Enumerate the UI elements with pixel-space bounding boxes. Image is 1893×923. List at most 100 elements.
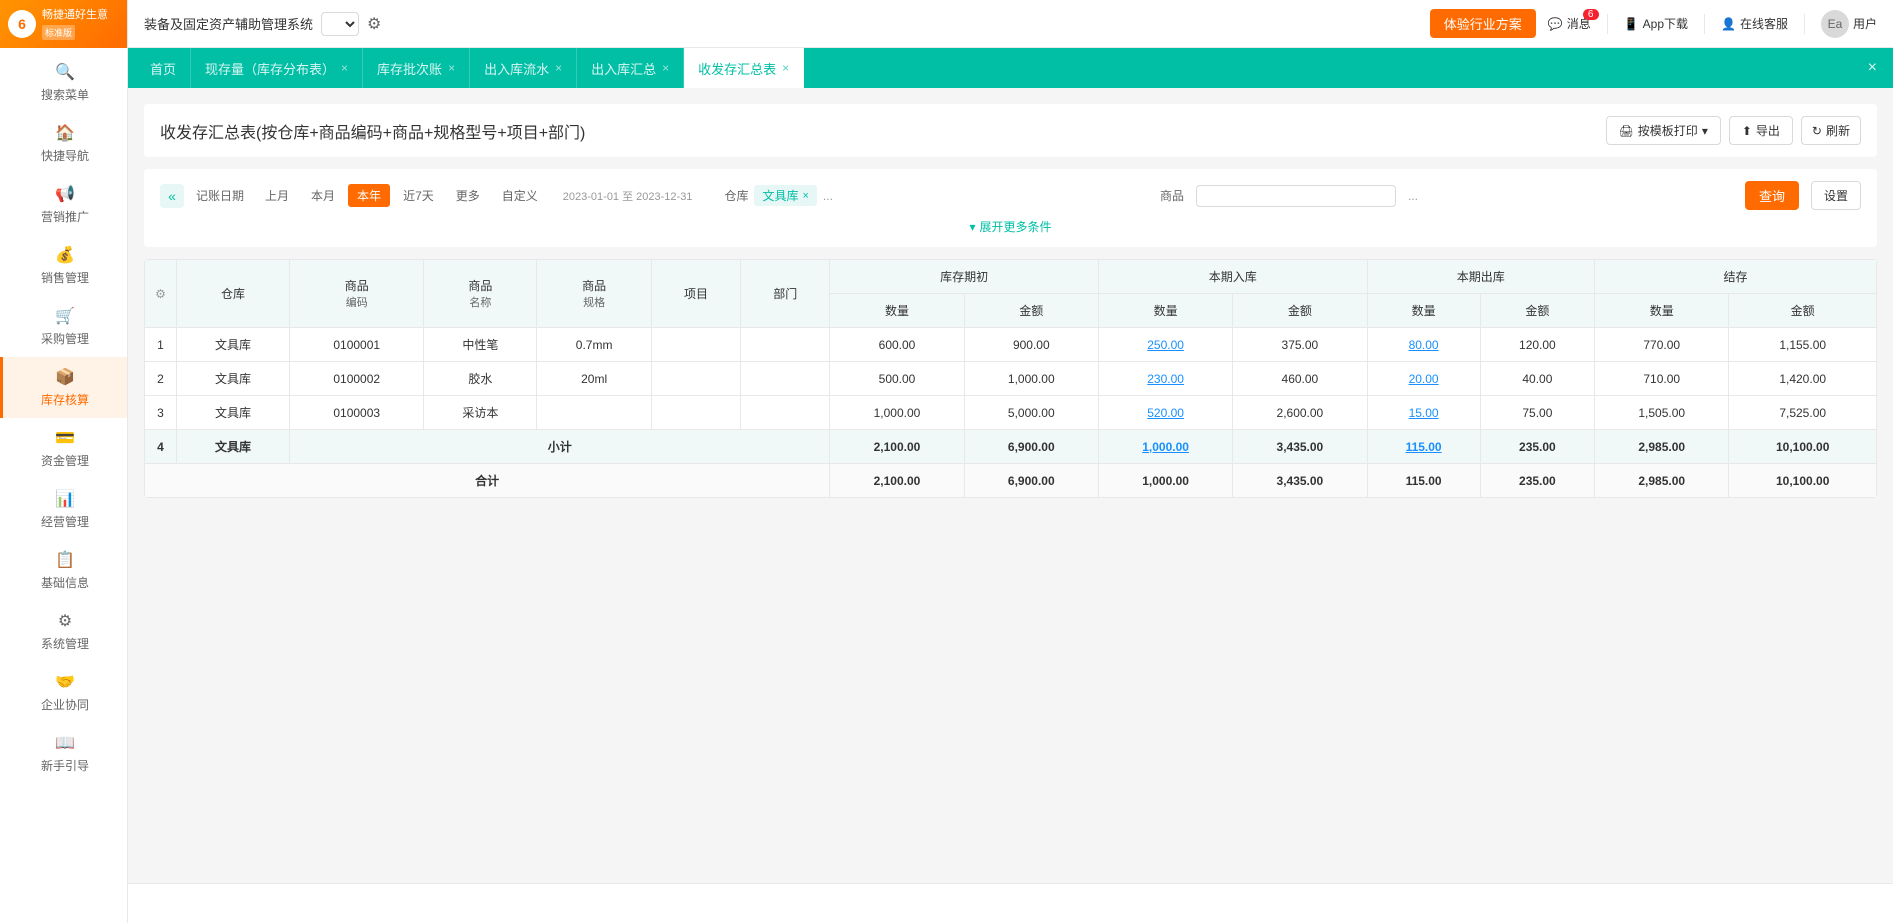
- sidebar-item-sales[interactable]: 💰 销售管理: [0, 235, 127, 296]
- sidebar-item-label: 基础信息: [41, 574, 89, 591]
- tab-stock-close[interactable]: ×: [341, 61, 348, 75]
- filter-date-range: 2023-01-01 至 2023-12-31: [563, 188, 693, 204]
- print-button[interactable]: 🖨 按模板打印 ▾: [1606, 116, 1721, 145]
- online-service-button[interactable]: 👤 在线客服: [1721, 15, 1788, 32]
- row-in-qty[interactable]: 230.00: [1098, 362, 1232, 396]
- tab-inout[interactable]: 出入库流水 ×: [470, 48, 577, 88]
- table-settings-header[interactable]: ⚙: [145, 260, 177, 328]
- sidebar-item-marketing[interactable]: 📢 营销推广: [0, 174, 127, 235]
- data-table-container: ⚙ 仓库 商品编码 商品名称 商品规格 项目 部门 库存期初 本期入库 本期出库…: [144, 259, 1877, 498]
- page-title: 收发存汇总表(按仓库+商品编码+商品+规格型号+项目+部门): [160, 119, 585, 143]
- refresh-button[interactable]: ↻ 刷新: [1801, 116, 1861, 145]
- service-icon: 👤: [1721, 17, 1736, 31]
- main-content: 装备及固定资产辅助管理系统 ⚙ 体验行业方案 💬 消息 6 📱 App下载 👤 …: [128, 0, 1893, 923]
- row-opening-amt: 900.00: [964, 328, 1098, 362]
- row-no: 1: [145, 328, 177, 362]
- sidebar-item-inventory[interactable]: 📦 库存核算: [0, 357, 127, 418]
- message-button[interactable]: 💬 消息 6: [1548, 15, 1591, 32]
- subtotal-no: 4: [145, 430, 177, 464]
- goods-more[interactable]: ...: [1408, 189, 1418, 203]
- sidebar-item-collab[interactable]: 🤝 企业协同: [0, 662, 127, 723]
- tab-receivesend[interactable]: 收发存汇总表 ×: [684, 48, 804, 88]
- filter-date-custom[interactable]: 自定义: [493, 184, 547, 207]
- sidebar-item-label: 资金管理: [41, 452, 89, 469]
- divider3: [1804, 14, 1805, 34]
- tab-batch-close[interactable]: ×: [448, 61, 455, 75]
- warehouse-tag-close[interactable]: ×: [802, 190, 808, 202]
- sidebar-item-quick[interactable]: 🏠 快捷导航: [0, 113, 127, 174]
- tab-home[interactable]: 首页: [136, 48, 191, 88]
- data-table: ⚙ 仓库 商品编码 商品名称 商品规格 项目 部门 库存期初 本期入库 本期出库…: [144, 259, 1877, 498]
- tab-inout-close[interactable]: ×: [555, 61, 562, 75]
- row-name: 中性笔: [424, 328, 537, 362]
- expand-more-conditions[interactable]: ▾ 展开更多条件: [969, 218, 1051, 235]
- th-out-amt: 金额: [1480, 294, 1594, 328]
- row-out-qty[interactable]: 15.00: [1367, 396, 1480, 430]
- warehouse-tag-value: 文具库: [762, 187, 798, 204]
- tab-receivesend-close[interactable]: ×: [782, 61, 789, 75]
- filter-date-this-month[interactable]: 本月: [302, 184, 344, 207]
- sidebar-item-search[interactable]: 🔍 搜索菜单: [0, 52, 127, 113]
- row-no: 2: [145, 362, 177, 396]
- tab-stock[interactable]: 现存量（库存分布表） ×: [191, 48, 363, 88]
- sidebar-item-operation[interactable]: 📊 经营管理: [0, 479, 127, 540]
- sidebar-item-basic[interactable]: 📋 基础信息: [0, 540, 127, 601]
- row-project: [651, 396, 740, 430]
- th-balance-qty: 数量: [1595, 294, 1729, 328]
- sidebar-item-system[interactable]: ⚙ 系统管理: [0, 601, 127, 662]
- gear-icon[interactable]: ⚙: [367, 14, 381, 34]
- close-all-button[interactable]: ×: [1860, 59, 1885, 77]
- system-select[interactable]: [321, 12, 359, 36]
- row-warehouse: 文具库: [177, 396, 290, 430]
- filter-date-options: 上月 本月 本年 近7天 更多 自定义: [256, 184, 547, 207]
- row-in-amt: 460.00: [1233, 362, 1367, 396]
- tabbar: 首页 现存量（库存分布表） × 库存批次账 × 出入库流水 × 出入库汇总 × …: [128, 48, 1893, 88]
- filter-date-more[interactable]: 更多: [447, 184, 489, 207]
- goods-filter-input[interactable]: [1196, 185, 1396, 207]
- sidebar-item-label: 营销推广: [41, 208, 89, 225]
- total-out-amt: 235.00: [1480, 464, 1594, 498]
- total-label: 合计: [145, 464, 830, 498]
- message-badge: 6: [1583, 9, 1599, 20]
- warehouse-more[interactable]: ...: [823, 189, 833, 203]
- table-settings-icon[interactable]: ⚙: [155, 287, 166, 301]
- app-download-label: App下载: [1643, 15, 1688, 32]
- sidebar-item-label: 快捷导航: [41, 147, 89, 164]
- page-content: 收发存汇总表(按仓库+商品编码+商品+规格型号+项目+部门) 🖨 按模板打印 ▾…: [128, 88, 1893, 883]
- row-out-qty[interactable]: 20.00: [1367, 362, 1480, 396]
- filter-row: « 记账日期 上月 本月 本年 近7天 更多 自定义 2023-01-01 至 …: [160, 181, 1861, 210]
- topbar: 装备及固定资产辅助管理系统 ⚙ 体验行业方案 💬 消息 6 📱 App下载 👤 …: [128, 0, 1893, 48]
- filter-date-7days[interactable]: 近7天: [394, 184, 443, 207]
- export-button[interactable]: ⬆ 导出: [1729, 116, 1793, 145]
- tab-batch[interactable]: 库存批次账 ×: [363, 48, 470, 88]
- sidebar-item-guide[interactable]: 📖 新手引导: [0, 723, 127, 784]
- sidebar-item-purchase[interactable]: 🛒 采购管理: [0, 296, 127, 357]
- tab-summary[interactable]: 出入库汇总 ×: [577, 48, 684, 88]
- row-in-qty[interactable]: 520.00: [1098, 396, 1232, 430]
- row-out-amt: 120.00: [1480, 328, 1594, 362]
- subtotal-opening-amt: 6,900.00: [964, 430, 1098, 464]
- sidebar-item-finance[interactable]: 💳 资金管理: [0, 418, 127, 479]
- expand-label: 展开更多条件: [980, 218, 1052, 235]
- app-download-button[interactable]: 📱 App下载: [1624, 15, 1688, 32]
- refresh-icon: ↻: [1812, 124, 1822, 138]
- row-no: 3: [145, 396, 177, 430]
- print-label: 按模板打印: [1638, 122, 1698, 139]
- row-project: [651, 362, 740, 396]
- row-in-qty[interactable]: 250.00: [1098, 328, 1232, 362]
- experience-button[interactable]: 体验行业方案: [1430, 9, 1536, 38]
- th-goods-code: 商品编码: [290, 260, 424, 328]
- purchase-icon: 🛒: [55, 306, 75, 326]
- tab-summary-close[interactable]: ×: [662, 61, 669, 75]
- filter-date-this-year[interactable]: 本年: [348, 184, 390, 207]
- date-filter-label: 记账日期: [196, 187, 244, 204]
- user-button[interactable]: Ea 用户: [1821, 10, 1877, 38]
- filter-collapse-button[interactable]: «: [160, 184, 184, 208]
- subtotal-label: 小计: [290, 430, 830, 464]
- row-out-qty[interactable]: 80.00: [1367, 328, 1480, 362]
- query-button[interactable]: 查询: [1745, 181, 1799, 210]
- sidebar-item-label: 企业协同: [41, 696, 89, 713]
- subtotal-opening-qty: 2,100.00: [830, 430, 964, 464]
- filter-date-last-month[interactable]: 上月: [256, 184, 298, 207]
- settings-button[interactable]: 设置: [1811, 181, 1861, 210]
